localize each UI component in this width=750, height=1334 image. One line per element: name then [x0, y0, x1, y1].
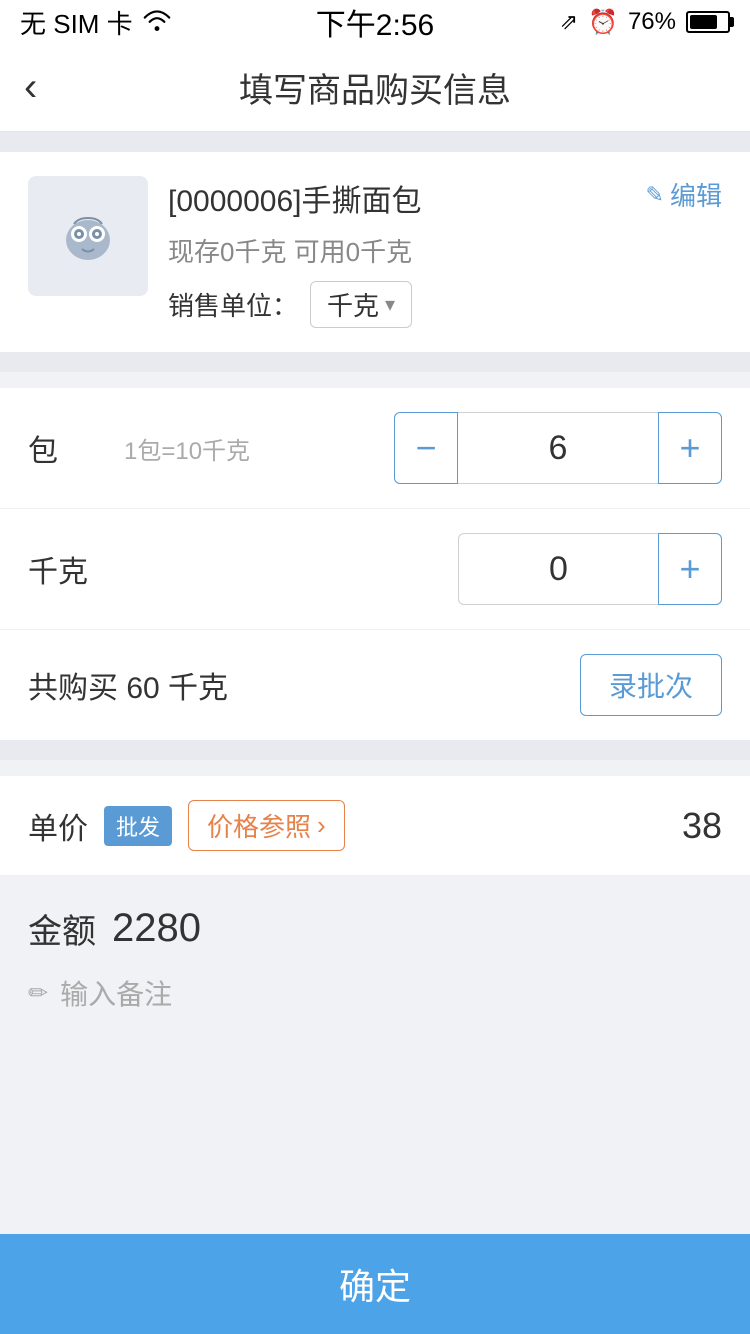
divider-price — [0, 740, 750, 760]
remark-placeholder: 输入备注 — [60, 973, 172, 1013]
wifi-icon — [141, 7, 173, 38]
bao-hint: 1包=10千克 — [124, 431, 378, 466]
summary-text: 共购买 60 千克 — [28, 663, 228, 707]
battery-icon — [686, 11, 730, 33]
status-right: ⇗ ⏰ 76% — [560, 8, 730, 37]
product-logo-icon — [56, 204, 120, 268]
product-section: [0000006]手撕面包 现存0千克 可用0千克 销售单位： 千克 ▾ ✎ 编… — [0, 152, 750, 352]
input-section: 包 1包=10千克 − + 千克 + 共购买 60 千克 录批次 — [0, 388, 750, 740]
kg-controls: + — [458, 533, 722, 605]
kg-label: 千克 — [28, 547, 108, 591]
confirm-button[interactable]: 确定 — [0, 1234, 750, 1334]
edit-button[interactable]: ✎ 编辑 — [646, 176, 722, 213]
alarm-icon: ⏰ — [588, 8, 618, 37]
chevron-down-icon: ▾ — [385, 292, 395, 317]
edit-label: 编辑 — [670, 176, 722, 213]
nav-bar: ‹ 填写商品购买信息 — [0, 44, 750, 132]
bao-row: 包 1包=10千克 − + — [0, 388, 750, 509]
divider-top — [0, 132, 750, 152]
batch-button[interactable]: 录批次 — [580, 654, 722, 716]
amount-label: 金额 — [28, 904, 96, 953]
amount-value: 2280 — [112, 906, 201, 951]
price-value: 38 — [682, 805, 722, 847]
edit-icon: ✎ — [646, 182, 664, 208]
summary-row: 共购买 60 千克 录批次 — [0, 630, 750, 740]
price-label: 单价 — [28, 804, 88, 848]
product-name: [0000006]手撕面包 — [168, 176, 722, 220]
bao-plus-button[interactable]: + — [658, 412, 722, 484]
pencil-icon: ✏ — [28, 979, 48, 1008]
amount-section: 金额 2280 ✏ 输入备注 — [0, 876, 750, 1029]
kg-input[interactable] — [458, 533, 658, 605]
bao-minus-button[interactable]: − — [394, 412, 458, 484]
bao-controls: − + — [394, 412, 722, 484]
carrier-text: 无 SIM 卡 — [20, 4, 133, 41]
unit-label: 销售单位： — [168, 286, 298, 323]
bao-input[interactable] — [458, 412, 658, 484]
price-tag: 批发 — [104, 806, 172, 846]
kg-plus-button[interactable]: + — [658, 533, 722, 605]
back-button[interactable]: ‹ — [24, 65, 37, 110]
spacer — [0, 1029, 750, 1234]
product-thumbnail — [28, 176, 148, 296]
status-bar: 无 SIM 卡 下午2:56 ⇗ ⏰ 76% — [0, 0, 750, 44]
kg-row: 千克 + — [0, 509, 750, 630]
unit-select[interactable]: 千克 ▾ — [310, 281, 412, 328]
location-icon: ⇗ — [560, 9, 578, 35]
divider-mid — [0, 352, 750, 372]
product-stock: 现存0千克 可用0千克 — [168, 232, 722, 269]
product-unit-row: 销售单位： 千克 ▾ — [168, 281, 722, 328]
chevron-right-icon: › — [317, 810, 326, 841]
confirm-label: 确定 — [339, 1258, 411, 1310]
product-info: [0000006]手撕面包 现存0千克 可用0千克 销售单位： 千克 ▾ — [168, 176, 722, 328]
status-left: 无 SIM 卡 — [20, 4, 173, 41]
bao-label: 包 — [28, 426, 108, 470]
price-ref-button[interactable]: 价格参照 › — [188, 800, 345, 851]
price-ref-label: 价格参照 — [207, 807, 311, 844]
battery-percent: 76% — [628, 8, 676, 36]
page-title: 填写商品购买信息 — [239, 63, 511, 112]
status-time: 下午2:56 — [316, 0, 434, 44]
price-section: 单价 批发 价格参照 › 38 — [0, 776, 750, 876]
unit-value: 千克 — [327, 286, 379, 323]
amount-row: 金额 2280 — [28, 904, 722, 953]
remark-row[interactable]: ✏ 输入备注 — [28, 973, 722, 1013]
